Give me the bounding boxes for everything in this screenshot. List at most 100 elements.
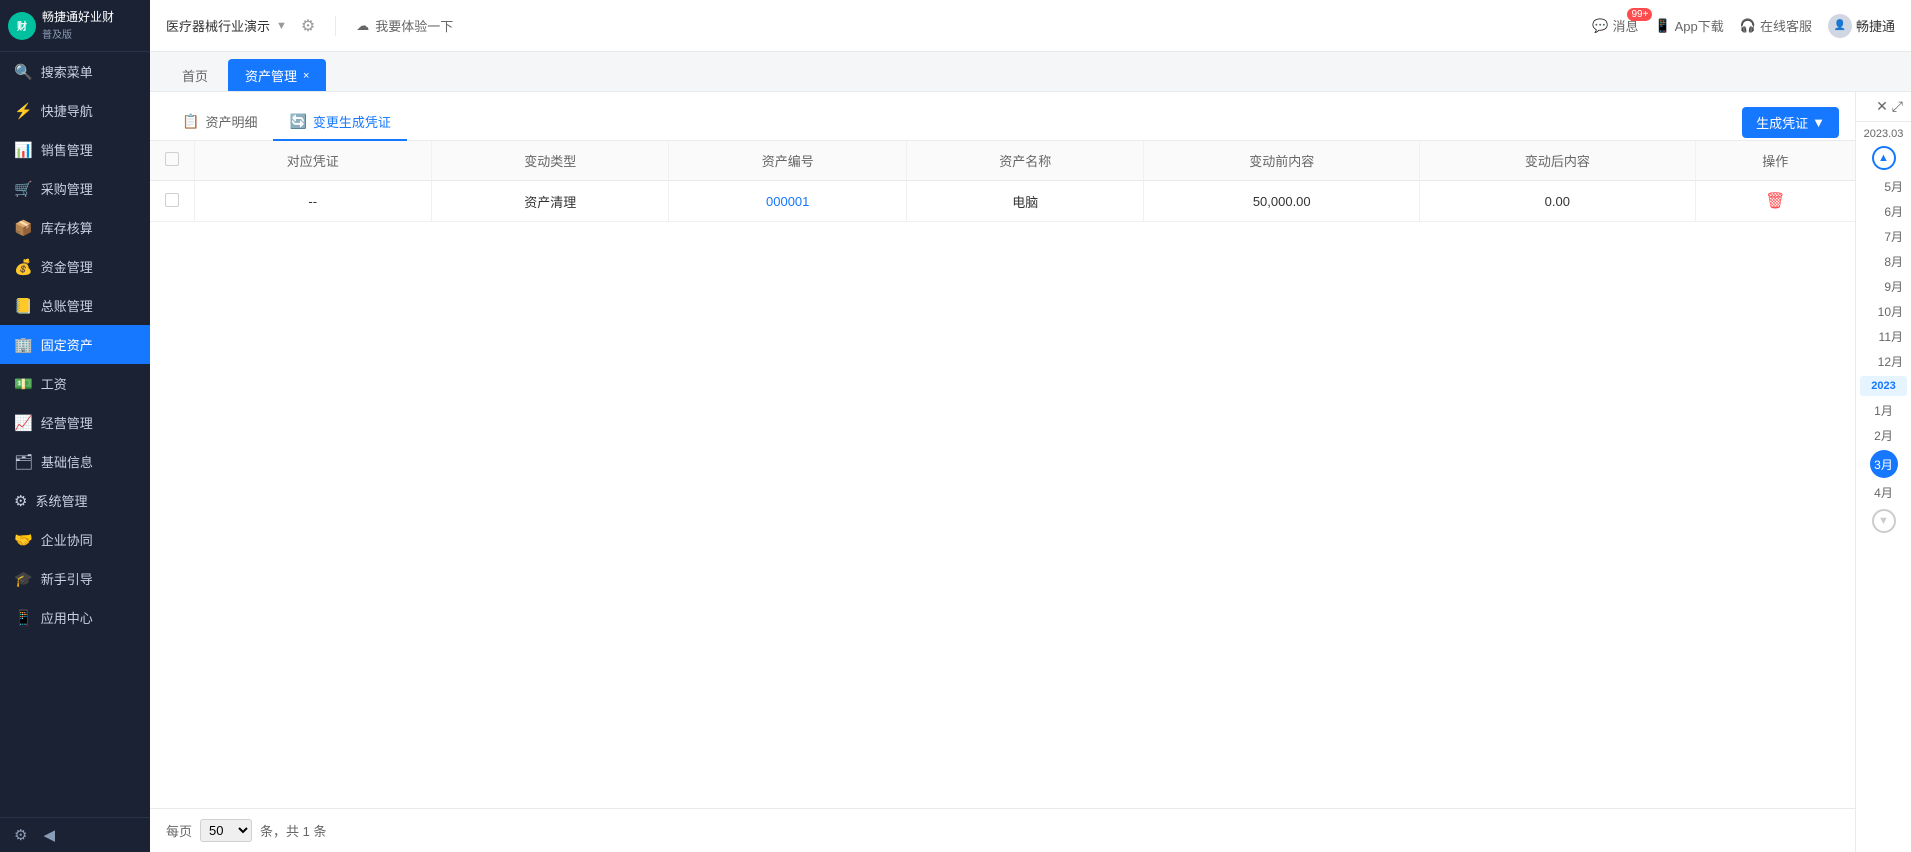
sidebar-menu: 🔍 搜索菜单 ⚡ 快捷导航 📊 销售管理 🛒 采购管理 📦 库存核算 💰 资金管… xyxy=(0,52,150,817)
cal-month-6[interactable]: 6月 xyxy=(1856,199,1911,224)
generate-label: 生成凭证 xyxy=(1756,113,1808,132)
logo-icon: 财 xyxy=(8,12,36,40)
col-voucher: 对应凭证 xyxy=(194,141,431,181)
cal-month-4[interactable]: 4月 xyxy=(1856,480,1911,505)
sidebar-item-purchase[interactable]: 🛒 采购管理 xyxy=(0,169,150,208)
sidebar-item-inventory[interactable]: 📦 库存核算 xyxy=(0,208,150,247)
message-button[interactable]: 💬 消息 99+ xyxy=(1592,16,1638,35)
inner-tab-detail[interactable]: 📋 资产明细 xyxy=(166,104,273,141)
cal-month-9[interactable]: 9月 xyxy=(1856,274,1911,299)
sidebar-item-sales[interactable]: 📊 销售管理 xyxy=(0,130,150,169)
topbar-gear-icon[interactable]: ⚙ xyxy=(301,16,315,36)
sidebar-item-ledger[interactable]: 📒 总账管理 xyxy=(0,286,150,325)
sidebar-item-system[interactable]: ⚙ 系统管理 xyxy=(0,481,150,520)
sidebar-item-collab[interactable]: 🤝 企业协同 xyxy=(0,520,150,559)
sidebar-item-label: 搜索菜单 xyxy=(41,62,93,81)
cal-month-12[interactable]: 12月 xyxy=(1856,349,1911,374)
table-header-row: 对应凭证 变动类型 资产编号 资产名称 变动前内容 变动后内容 操作 xyxy=(150,141,1855,181)
topbar-right: 💬 消息 99+ 📱 App下载 🎧 在线客服 👤 畅捷通 xyxy=(1592,14,1895,38)
row-checkbox[interactable] xyxy=(165,193,179,207)
content-area: 📋 资产明细 🔄 变更生成凭证 生成凭证 ▼ xyxy=(150,92,1911,852)
sidebar-item-label: 库存核算 xyxy=(41,218,93,237)
right-panel-close-icon[interactable]: ✕ xyxy=(1876,98,1888,115)
right-panel: ✕ ⤢ 2023.03 ▲ 5月 6月 7月 8月 9月 10月 11月 12月… xyxy=(1855,92,1911,852)
box-icon: 📦 xyxy=(14,219,33,237)
cell-action[interactable]: 🗑 xyxy=(1695,181,1855,222)
sidebar-item-label: 资金管理 xyxy=(41,257,93,276)
cal-nav-down[interactable]: ▼ xyxy=(1856,505,1911,537)
sidebar-item-label: 经营管理 xyxy=(41,413,93,432)
sidebar-item-label: 基础信息 xyxy=(41,452,93,471)
cal-month-1[interactable]: 1月 xyxy=(1856,398,1911,423)
inner-tab-change-voucher[interactable]: 🔄 变更生成凭证 xyxy=(273,104,406,141)
total-label: 条，共 1 条 xyxy=(260,821,326,840)
inner-tabs: 📋 资产明细 🔄 变更生成凭证 生成凭证 ▼ xyxy=(150,92,1855,141)
cal-up-circle[interactable]: ▲ xyxy=(1872,146,1896,170)
sidebar-item-funds[interactable]: 💰 资金管理 xyxy=(0,247,150,286)
cell-asset-name: 电脑 xyxy=(906,181,1143,222)
company-selector[interactable]: 医疗器械行业演示 ▼ xyxy=(166,16,287,35)
sidebar-item-label: 新手引导 xyxy=(41,569,93,588)
money-icon: 💰 xyxy=(14,258,33,276)
col-change-type: 变动类型 xyxy=(431,141,668,181)
cal-month-2[interactable]: 2月 xyxy=(1856,423,1911,448)
sidebar-item-search[interactable]: 🔍 搜索菜单 xyxy=(0,52,150,91)
guide-icon: 🎓 xyxy=(14,570,33,588)
home-label: 首页 xyxy=(182,66,208,85)
topbar-divider xyxy=(335,16,336,36)
delete-button[interactable]: 🗑 xyxy=(1765,193,1785,210)
trending-icon: 📈 xyxy=(14,414,33,432)
sidebar-header: 财 畅捷通好业财 普及版 xyxy=(0,0,150,52)
settings-icon[interactable]: ⚙ xyxy=(14,826,27,844)
cal-active-month[interactable]: 3月 xyxy=(1870,450,1898,478)
cal-month-8[interactable]: 8月 xyxy=(1856,249,1911,274)
logo-text-block: 畅捷通好业财 普及版 xyxy=(42,10,114,41)
row-checkbox-cell[interactable] xyxy=(150,181,194,222)
sidebar-item-label: 工资 xyxy=(41,374,67,393)
cal-month-5[interactable]: 5月 xyxy=(1856,174,1911,199)
experience-button[interactable]: ☁ 我要体验一下 xyxy=(356,16,453,35)
message-badge: 99+ xyxy=(1627,8,1652,21)
generate-voucher-button[interactable]: 生成凭证 ▼ xyxy=(1742,107,1839,138)
cal-down-circle[interactable]: ▼ xyxy=(1872,509,1896,533)
calendar-panel: 2023.03 ▲ 5月 6月 7月 8月 9月 10月 11月 12月 202… xyxy=(1856,122,1911,852)
sidebar-item-basic[interactable]: 🗂 基础信息 xyxy=(0,442,150,481)
sidebar-item-fixed[interactable]: 🏢 固定资产 xyxy=(0,325,150,364)
cal-month-3-active[interactable]: 3月 xyxy=(1856,448,1911,480)
pagination: 每页 50 10 20 100 条，共 1 条 xyxy=(150,808,1855,852)
cal-month-7[interactable]: 7月 xyxy=(1856,224,1911,249)
change-icon: 🔄 xyxy=(289,113,306,130)
sidebar-item-label: 系统管理 xyxy=(35,491,87,510)
sidebar-item-biz[interactable]: 📈 经营管理 xyxy=(0,403,150,442)
handshake-icon: 🤝 xyxy=(14,531,33,549)
sidebar-item-quicknav[interactable]: ⚡ 快捷导航 xyxy=(0,91,150,130)
collapse-icon[interactable]: ◀ xyxy=(43,826,55,844)
book-icon: 📒 xyxy=(14,297,33,315)
message-icon: 💬 xyxy=(1592,18,1608,34)
per-page-select[interactable]: 50 10 20 100 xyxy=(200,819,252,842)
gear-icon: ⚙ xyxy=(14,492,27,510)
company-name: 医疗器械行业演示 xyxy=(166,16,270,35)
right-panel-expand-icon[interactable]: ⤢ xyxy=(1892,98,1903,115)
tab-assets[interactable]: 资产管理 × xyxy=(228,59,326,91)
table-header-checkbox[interactable] xyxy=(150,141,194,181)
salary-icon: 💵 xyxy=(14,375,33,393)
sidebar-item-label: 企业协同 xyxy=(41,530,93,549)
header-checkbox[interactable] xyxy=(165,152,179,166)
service-button[interactable]: 🎧 在线客服 xyxy=(1740,16,1812,35)
cal-month-10[interactable]: 10月 xyxy=(1856,299,1911,324)
tab-close-icon[interactable]: × xyxy=(303,70,309,82)
user-name: 畅捷通 xyxy=(1856,16,1895,35)
tab-home[interactable]: 首页 xyxy=(166,59,224,91)
cal-nav-up[interactable]: ▲ xyxy=(1856,142,1911,174)
cal-month-11[interactable]: 11月 xyxy=(1856,324,1911,349)
app-download-button[interactable]: 📱 App下载 xyxy=(1654,16,1723,35)
user-menu[interactable]: 👤 畅捷通 xyxy=(1828,14,1895,38)
sidebar-item-label: 采购管理 xyxy=(41,179,93,198)
sidebar-item-salary[interactable]: 💵 工资 xyxy=(0,364,150,403)
sidebar-item-guide[interactable]: 🎓 新手引导 xyxy=(0,559,150,598)
sidebar-item-label: 固定资产 xyxy=(41,335,93,354)
sidebar-item-apps[interactable]: 📱 应用中心 xyxy=(0,598,150,637)
mobile-icon: 📱 xyxy=(1654,18,1670,34)
cart-icon: 🛒 xyxy=(14,180,33,198)
